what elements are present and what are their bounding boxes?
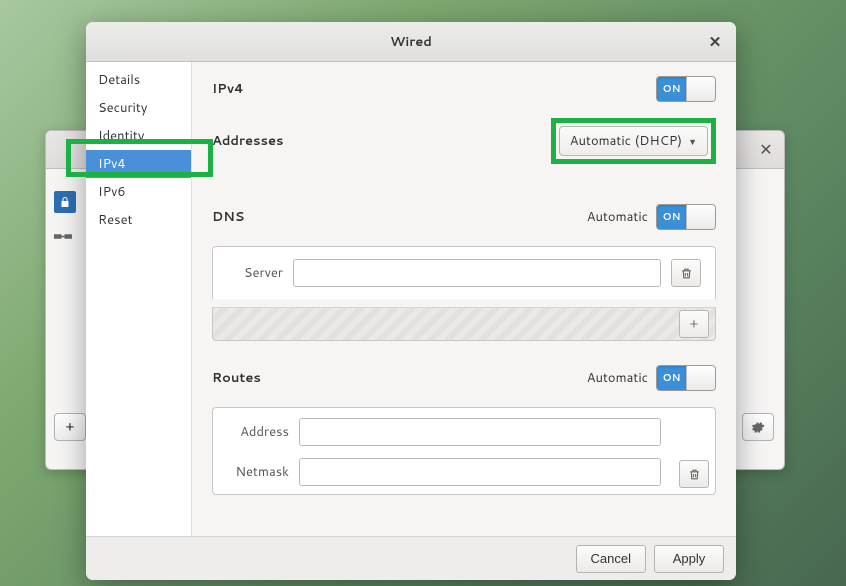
- ipv4-toggle[interactable]: ON: [656, 76, 716, 102]
- dns-server-label: Server: [227, 264, 283, 282]
- trash-icon: [680, 267, 693, 280]
- addresses-dropdown-label: Automatic (DHCP): [570, 132, 682, 150]
- sidebar-item-security[interactable]: Security: [86, 94, 191, 122]
- dns-automatic-label: Automatic: [587, 208, 648, 226]
- plus-icon: +: [690, 315, 699, 333]
- ipv4-label: IPv4: [212, 80, 244, 98]
- routes-label: Routes: [212, 369, 261, 387]
- sidebar-item-reset[interactable]: Reset: [86, 206, 191, 234]
- background-proxy-icon: [54, 231, 72, 250]
- routes-address-label: Address: [227, 423, 289, 441]
- dns-label: DNS: [212, 208, 245, 226]
- dialog-title: Wired: [390, 33, 432, 51]
- toggle-on-label: ON: [657, 77, 686, 101]
- wired-settings-dialog: Wired ✕ Details Security Identity IPv4 I…: [86, 22, 736, 580]
- routes-netmask-input[interactable]: [299, 458, 661, 486]
- content-panel: IPv4 ON Addresses Automatic (DHCP) ▼ DNS: [192, 62, 736, 536]
- cancel-button[interactable]: Cancel: [576, 545, 646, 573]
- background-close-button[interactable]: ✕: [754, 138, 778, 162]
- routes-netmask-label: Netmask: [227, 463, 289, 481]
- dns-add-strip: +: [212, 307, 716, 341]
- background-settings-button[interactable]: [742, 413, 774, 441]
- sidebar-item-identity[interactable]: Identity: [86, 122, 191, 150]
- background-add-button[interactable]: +: [54, 413, 86, 441]
- dns-server-input[interactable]: [293, 259, 661, 287]
- trash-icon: [688, 468, 701, 481]
- routes-automatic-toggle[interactable]: ON: [656, 365, 716, 391]
- addresses-dropdown[interactable]: Automatic (DHCP) ▼: [559, 126, 708, 156]
- title-bar: Wired ✕: [86, 22, 736, 62]
- dns-server-box: Server: [212, 246, 716, 299]
- dns-automatic-toggle[interactable]: ON: [656, 204, 716, 230]
- routes-delete-button[interactable]: [679, 460, 709, 488]
- dialog-footer: Cancel Apply: [86, 536, 736, 580]
- sidebar-item-ipv6[interactable]: IPv6: [86, 178, 191, 206]
- close-button[interactable]: ✕: [704, 30, 726, 52]
- routes-automatic-label: Automatic: [587, 369, 648, 387]
- highlight-addresses-dropdown: Automatic (DHCP) ▼: [551, 118, 716, 164]
- sidebar-item-details[interactable]: Details: [86, 66, 191, 94]
- dns-server-delete-button[interactable]: [671, 259, 701, 287]
- addresses-label: Addresses: [212, 132, 284, 150]
- chevron-down-icon: ▼: [688, 135, 697, 148]
- background-lock-icon: [54, 191, 76, 213]
- toggle-knob: [686, 77, 715, 101]
- sidebar-item-ipv4[interactable]: IPv4: [86, 150, 191, 178]
- apply-button[interactable]: Apply: [654, 545, 724, 573]
- sidebar: Details Security Identity IPv4 IPv6 Rese…: [86, 62, 192, 536]
- dns-add-button[interactable]: +: [679, 310, 709, 338]
- routes-address-input[interactable]: [299, 418, 661, 446]
- routes-box: Address Netmask: [212, 407, 716, 495]
